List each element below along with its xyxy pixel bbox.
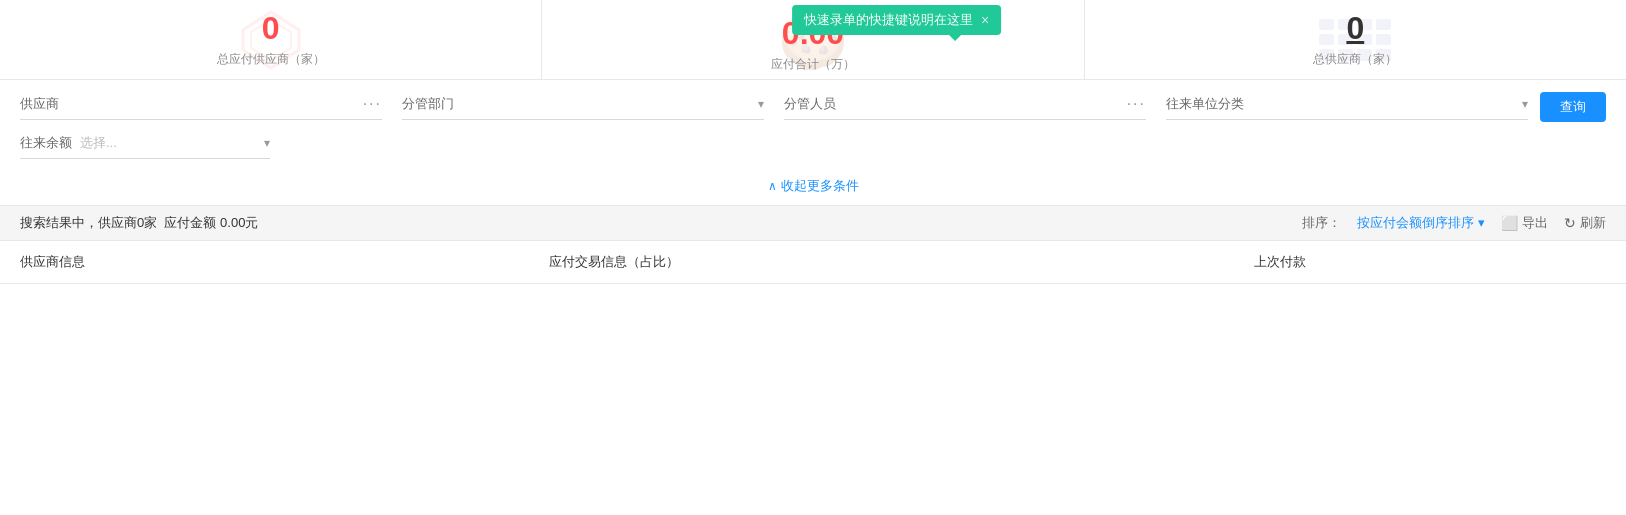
payable-suppliers-label: 总应付供应商（家）: [217, 51, 325, 68]
results-bar: 搜索结果中，供应商0家 应付金额 0.00元 排序： 按应付会额倒序排序 ▾ ⬜…: [0, 206, 1626, 241]
supplier-filter[interactable]: 供应商 ···: [20, 95, 382, 120]
department-dropdown-icon[interactable]: ▾: [758, 97, 764, 111]
results-info: 搜索结果中，供应商0家 应付金额 0.00元: [20, 214, 258, 232]
export-label: 导出: [1522, 214, 1548, 232]
manager-input[interactable]: [844, 96, 1119, 111]
tooltip-popup: 快速录单的快捷键说明在这里 ×: [792, 5, 1001, 35]
results-amount-value: 0.00元: [220, 215, 258, 230]
refresh-icon: ↻: [1564, 215, 1576, 231]
payable-suppliers-number: 0: [217, 11, 325, 46]
collapse-bar[interactable]: ∧ 收起更多条件: [20, 171, 1606, 205]
query-button[interactable]: 查询: [1540, 92, 1606, 122]
col-supplier-info: 供应商信息: [20, 253, 549, 271]
filter-section: 供应商 ··· 分管部门 ▾ 分管人员 ··· 往来单位分类 ▾ 查询 往来余额…: [0, 80, 1626, 206]
table-header: 供应商信息 应付交易信息（占比） 上次付款: [0, 241, 1626, 284]
category-filter[interactable]: 往来单位分类 ▾: [1166, 95, 1528, 120]
sort-label: 排序：: [1302, 214, 1341, 232]
refresh-label: 刷新: [1580, 214, 1606, 232]
total-suppliers-stat: 0 总供应商（家）: [1085, 0, 1626, 79]
export-button[interactable]: ⬜ 导出: [1501, 214, 1548, 232]
category-input[interactable]: [1252, 96, 1514, 111]
filter-row-1: 供应商 ··· 分管部门 ▾ 分管人员 ··· 往来单位分类 ▾ 查询: [20, 92, 1606, 122]
manager-label: 分管人员: [784, 95, 836, 113]
supplier-dots[interactable]: ···: [363, 95, 382, 113]
payable-total-label: 应付合计（万）: [771, 56, 855, 73]
payable-total-stat: 🍪 快速录单的快捷键说明在这里 × 0.00 应付合计（万）: [542, 0, 1084, 79]
department-input[interactable]: [462, 96, 750, 111]
tooltip-close-button[interactable]: ×: [981, 12, 989, 28]
supplier-label: 供应商: [20, 95, 59, 113]
table-body: [0, 284, 1626, 515]
stats-bar: 0 总应付供应商（家） 🍪 快速录单的快捷键说明在这里 × 0.00 应付合计（…: [0, 0, 1626, 80]
collapse-label: 收起更多条件: [781, 177, 859, 195]
manager-dots[interactable]: ···: [1127, 95, 1146, 113]
sort-value[interactable]: 按应付会额倒序排序 ▾: [1357, 214, 1485, 232]
payable-suppliers-stat: 0 总应付供应商（家）: [0, 0, 542, 79]
results-actions: 排序： 按应付会额倒序排序 ▾ ⬜ 导出 ↻ 刷新: [1302, 214, 1606, 232]
export-icon: ⬜: [1501, 215, 1518, 231]
supplier-input[interactable]: [67, 96, 355, 111]
total-suppliers-label: 总供应商（家）: [1313, 51, 1397, 68]
collapse-icon: ∧: [768, 179, 777, 193]
col-last-payment: 上次付款: [1254, 253, 1606, 271]
department-filter[interactable]: 分管部门 ▾: [402, 95, 764, 120]
refresh-button[interactable]: ↻ 刷新: [1564, 214, 1606, 232]
balance-placeholder[interactable]: 选择...: [80, 134, 256, 152]
balance-dropdown-icon[interactable]: ▾: [264, 136, 270, 150]
total-suppliers-number: 0: [1313, 11, 1397, 46]
filter-row-2: 往来余额 选择... ▾: [20, 134, 1606, 159]
results-supplier-unit: 家: [144, 215, 157, 230]
tooltip-text: 快速录单的快捷键说明在这里: [804, 11, 973, 29]
balance-label: 往来余额: [20, 134, 72, 152]
department-label: 分管部门: [402, 95, 454, 113]
category-label: 往来单位分类: [1166, 95, 1244, 113]
manager-filter[interactable]: 分管人员 ···: [784, 95, 1146, 120]
category-dropdown-icon[interactable]: ▾: [1522, 97, 1528, 111]
col-transaction-info: 应付交易信息（占比）: [549, 253, 1254, 271]
results-prefix: 搜索结果中，供应商: [20, 215, 137, 230]
balance-filter[interactable]: 往来余额 选择... ▾: [20, 134, 270, 159]
results-amount-label: 应付金额: [164, 215, 216, 230]
